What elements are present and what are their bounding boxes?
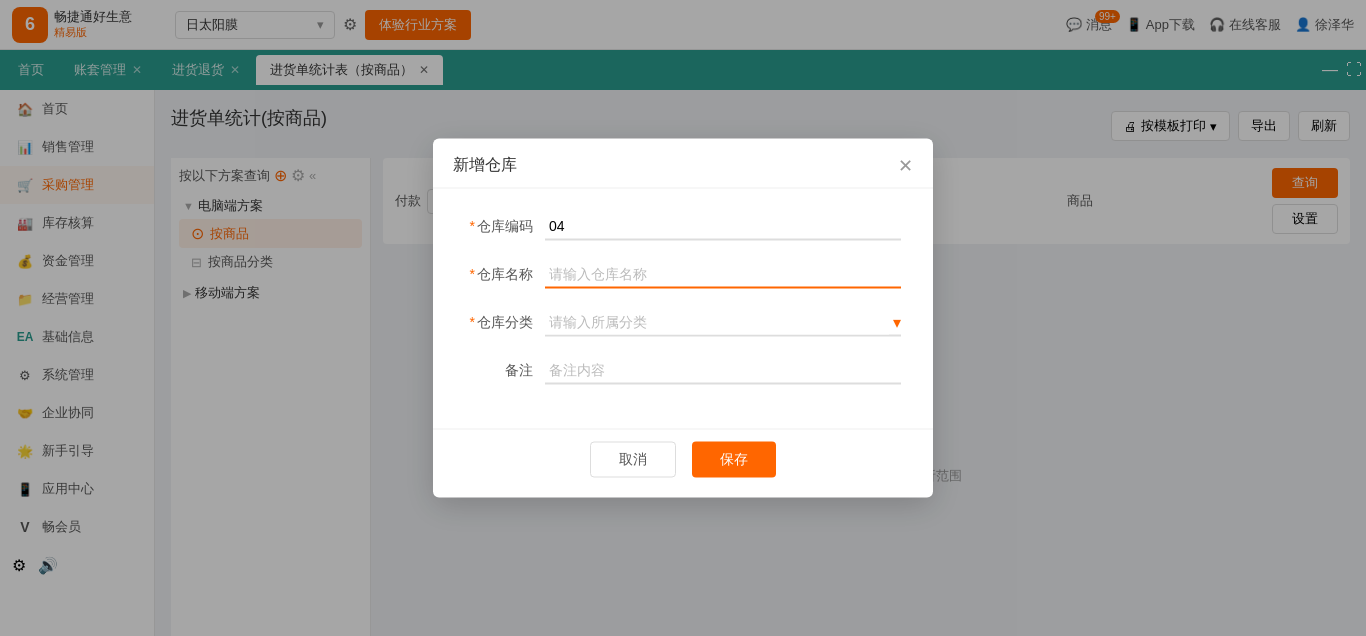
dialog-close-btn[interactable]: ✕ (898, 156, 913, 174)
dialog-header: 新增仓库 ✕ (433, 139, 933, 189)
warehouse-category-row: 仓库分类 ▾ (465, 309, 901, 337)
save-btn[interactable]: 保存 (692, 442, 776, 478)
new-warehouse-dialog: 新增仓库 ✕ 仓库编码 仓库名称 仓库分类 ▾ 备注 取消 保存 (433, 139, 933, 498)
warehouse-name-label: 仓库名称 (465, 266, 545, 284)
cancel-btn[interactable]: 取消 (590, 442, 676, 478)
warehouse-name-row: 仓库名称 (465, 261, 901, 289)
category-dropdown-icon[interactable]: ▾ (893, 312, 901, 331)
warehouse-category-label: 仓库分类 (465, 314, 545, 332)
remark-label: 备注 (465, 362, 545, 380)
warehouse-name-input[interactable] (545, 261, 901, 289)
warehouse-code-input[interactable] (545, 213, 901, 241)
warehouse-category-input[interactable] (545, 309, 889, 335)
warehouse-code-row: 仓库编码 (465, 213, 901, 241)
warehouse-code-label: 仓库编码 (465, 218, 545, 236)
remark-input[interactable] (545, 357, 901, 385)
remark-row: 备注 (465, 357, 901, 385)
dialog-footer: 取消 保存 (433, 429, 933, 498)
dialog-body: 仓库编码 仓库名称 仓库分类 ▾ 备注 (433, 189, 933, 429)
dialog-title: 新增仓库 (453, 155, 517, 176)
warehouse-category-select-wrap: ▾ (545, 309, 901, 337)
